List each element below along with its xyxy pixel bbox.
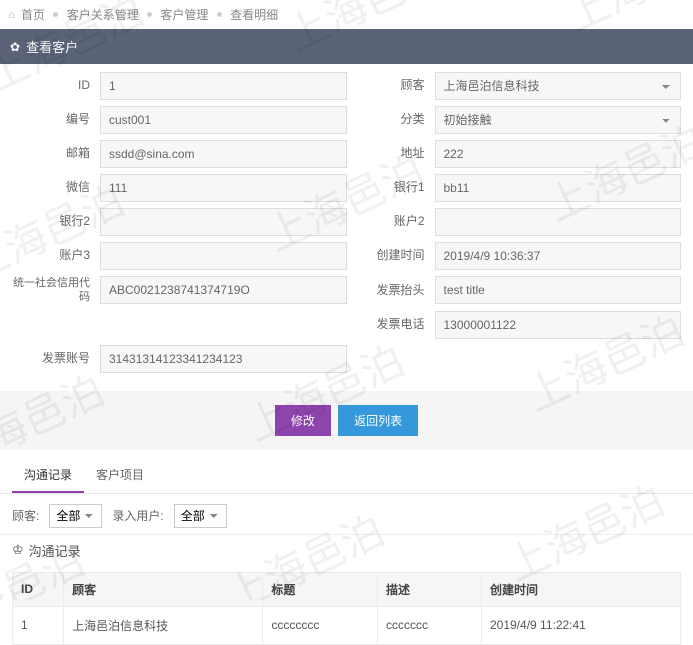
action-bar: 修改 返回列表	[0, 391, 693, 450]
input-id[interactable]	[100, 72, 347, 100]
tab-project[interactable]: 客户项目	[84, 458, 156, 493]
cell-id: 1	[13, 606, 64, 644]
crumb-crm[interactable]: 客户关系管理	[67, 8, 139, 22]
label-code: 编号	[12, 112, 100, 128]
edit-button[interactable]: 修改	[275, 405, 331, 436]
list-icon: ♔	[12, 542, 24, 558]
input-uscc[interactable]	[100, 276, 347, 304]
label-created: 创建时间	[347, 248, 435, 264]
breadcrumb: ⌂ 首页 客户关系管理 客户管理 查看明细	[0, 0, 693, 29]
th-desc[interactable]: 描述	[377, 572, 481, 606]
label-acct3: 账户3	[12, 248, 100, 264]
table-header-row: ID 顾客 标题 描述 创建时间	[13, 572, 681, 606]
gear-icon: ✿	[10, 40, 20, 54]
separator-icon	[53, 12, 58, 17]
input-invoice-phone[interactable]	[435, 311, 682, 339]
th-created[interactable]: 创建时间	[481, 572, 680, 606]
label-address: 地址	[347, 146, 435, 162]
filter-user-label: 录入用户:	[112, 507, 163, 524]
input-acct3[interactable]	[100, 242, 347, 270]
cell-consultant: 上海邑泊信息科技	[64, 606, 263, 644]
label-category: 分类	[347, 112, 435, 128]
input-acct2[interactable]	[435, 208, 682, 236]
cell-desc: ccccccc	[377, 606, 481, 644]
th-title[interactable]: 标题	[263, 572, 378, 606]
input-invoice-title[interactable]	[435, 276, 682, 304]
label-acct2: 账户2	[347, 214, 435, 230]
label-id: ID	[12, 78, 100, 94]
label-wechat: 微信	[12, 180, 100, 196]
filter-bar: 顾客: 全部 录入用户: 全部	[0, 494, 693, 534]
separator-icon	[217, 12, 222, 17]
filter-consultant-select[interactable]: 全部	[49, 504, 102, 528]
separator-icon	[147, 12, 152, 17]
subsection-title: 沟通记录	[29, 541, 81, 560]
table-row[interactable]: 1 上海邑泊信息科技 cccccccc ccccccc 2019/4/9 11:…	[13, 606, 681, 644]
tab-bar: 沟通记录 客户项目	[0, 458, 693, 494]
panel-title: 查看客户	[26, 37, 78, 56]
input-wechat[interactable]	[100, 174, 347, 202]
select-category[interactable]: 初始接触	[435, 106, 682, 134]
th-consultant[interactable]: 顾客	[64, 572, 263, 606]
communication-table: ID 顾客 标题 描述 创建时间 1 上海邑泊信息科技 cccccccc ccc…	[12, 572, 681, 645]
label-bank2: 银行2	[12, 214, 100, 230]
input-bank1[interactable]	[435, 174, 682, 202]
input-email[interactable]	[100, 140, 347, 168]
home-icon: ⌂	[8, 9, 15, 21]
panel-header: ✿ 查看客户	[0, 29, 693, 64]
cell-title: cccccccc	[263, 606, 378, 644]
cell-created: 2019/4/9 11:22:41	[481, 606, 680, 644]
select-consultant[interactable]: 上海邑泊信息科技	[435, 72, 682, 100]
input-created[interactable]	[435, 242, 682, 270]
input-invoice-acct[interactable]	[100, 345, 347, 373]
label-uscc: 统一社会信用代码	[12, 276, 100, 305]
subsection-header: ♔ 沟通记录	[0, 534, 693, 566]
label-consultant: 顾客	[347, 78, 435, 94]
crumb-detail: 查看明细	[230, 8, 278, 22]
form-area: ID 顾客 上海邑泊信息科技 编号 分类 初始接触 邮箱 地址 微信	[0, 64, 693, 385]
th-id[interactable]: ID	[13, 572, 64, 606]
filter-user-select[interactable]: 全部	[174, 504, 227, 528]
label-invoice-acct: 发票账号	[12, 351, 100, 367]
crumb-mgmt[interactable]: 客户管理	[160, 8, 208, 22]
label-invoice-phone: 发票电话	[347, 317, 435, 333]
input-bank2[interactable]	[100, 208, 347, 236]
input-address[interactable]	[435, 140, 682, 168]
tab-communication[interactable]: 沟通记录	[12, 458, 84, 493]
label-email: 邮箱	[12, 146, 100, 162]
crumb-home[interactable]: 首页	[21, 8, 45, 22]
input-code[interactable]	[100, 106, 347, 134]
filter-consultant-label: 顾客:	[12, 507, 39, 524]
back-button[interactable]: 返回列表	[338, 405, 418, 436]
label-invoice-title: 发票抬头	[347, 283, 435, 299]
label-bank1: 银行1	[347, 180, 435, 196]
